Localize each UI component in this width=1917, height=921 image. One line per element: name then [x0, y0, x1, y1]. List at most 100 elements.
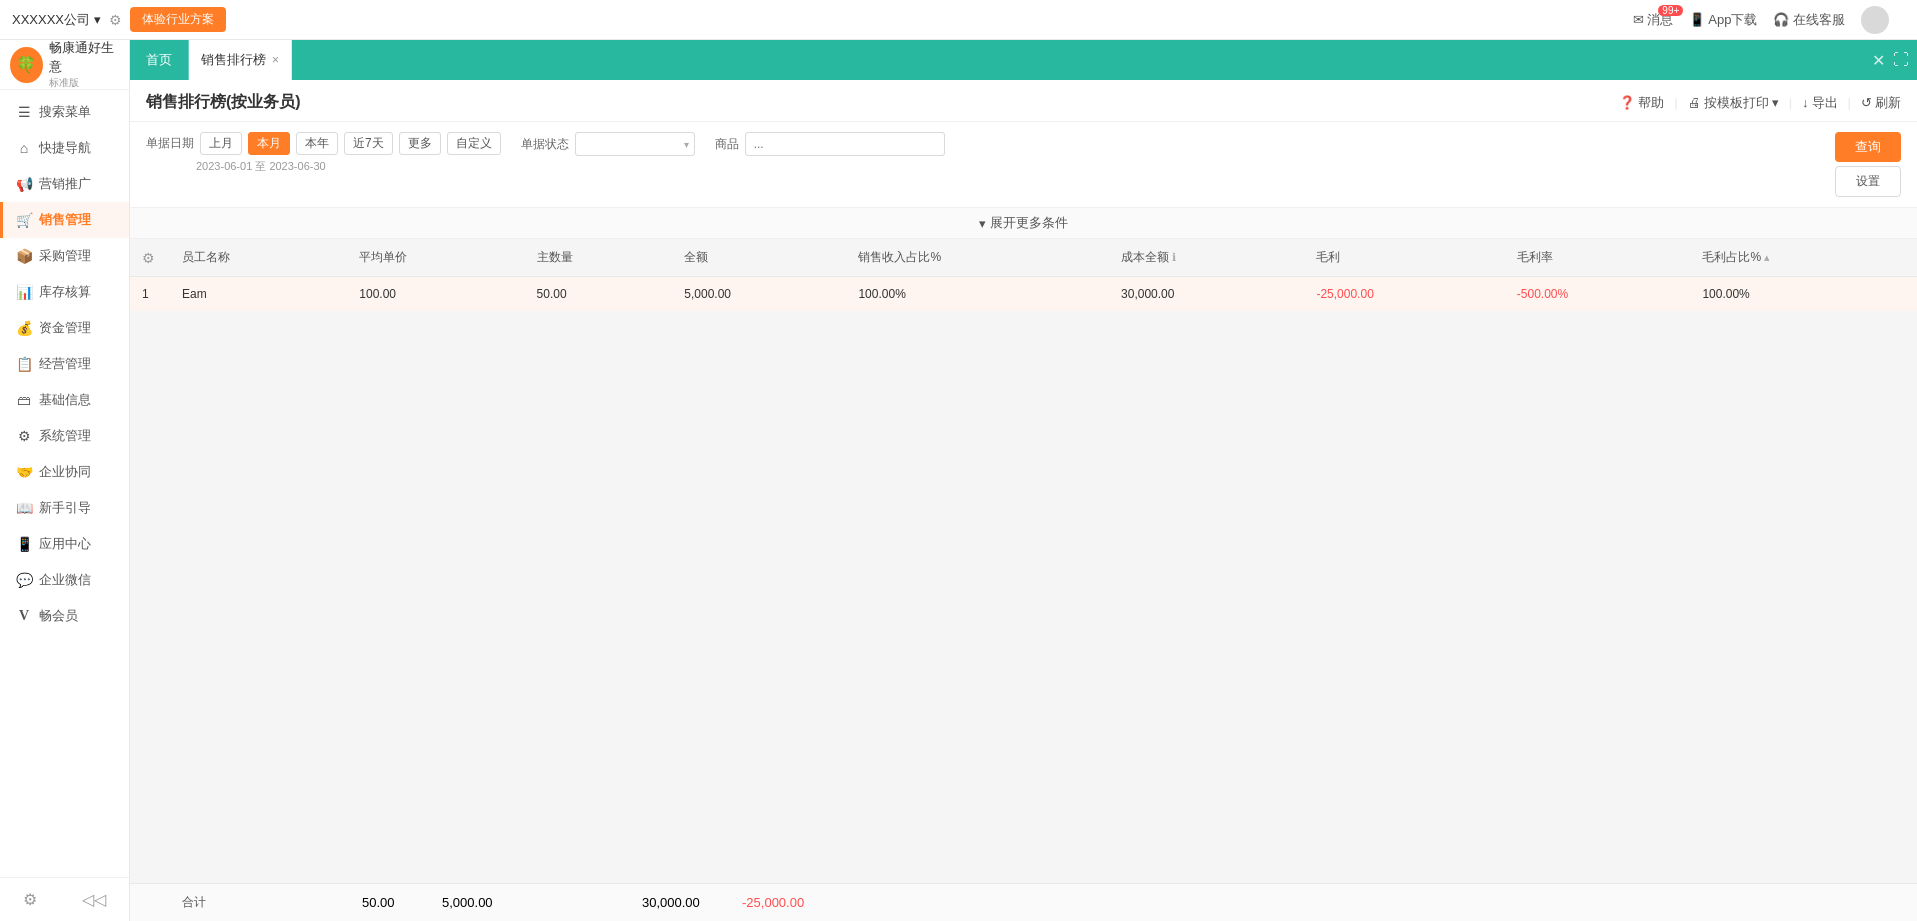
filter-action-buttons: 查询 设置 — [1835, 132, 1901, 197]
guide-icon: 📖 — [15, 500, 33, 516]
cell-name: Eam — [170, 277, 347, 312]
purchase-icon: 📦 — [15, 248, 33, 264]
main-layout: 🍀 畅康通好生意 标准版 ☰ 搜索菜单 ⌂ 快捷导航 📢 营销推广 🛒 销售管理 — [0, 40, 1917, 921]
help-action[interactable]: ❓ 帮助 — [1619, 94, 1664, 112]
header-left: XXXXXX公司 ▾ ⚙ 体验行业方案 — [12, 7, 226, 32]
sidebar-item-label: 新手引导 — [39, 499, 91, 517]
sidebar-item-finance[interactable]: 💰 资金管理 — [0, 310, 129, 346]
tab-home[interactable]: 首页 — [130, 40, 189, 80]
phone-icon: 📱 — [1689, 12, 1705, 27]
sidebar-item-search-menu[interactable]: ☰ 搜索菜单 — [0, 94, 129, 130]
date-btn-more[interactable]: 更多 — [399, 132, 441, 155]
cell-sales-pct: 100.00% — [846, 277, 1109, 312]
collapse-sidebar-icon[interactable]: ◁◁ — [74, 886, 114, 913]
page-header: 销售排行榜(按业务员) ❓ 帮助 | 🖨 按模板打印 ▾ | — [130, 80, 1917, 122]
sidebar-item-operation[interactable]: 📋 经营管理 — [0, 346, 129, 382]
sidebar-logo: 🍀 畅康通好生意 标准版 — [0, 40, 129, 90]
sidebar-nav: ☰ 搜索菜单 ⌂ 快捷导航 📢 营销推广 🛒 销售管理 📦 采购管理 📊 库 — [0, 90, 129, 877]
th-profit-pct: 毛利占比% ▴ — [1690, 239, 1917, 277]
message-icon: ✉ — [1633, 12, 1644, 27]
trial-button[interactable]: 体验行业方案 — [130, 7, 226, 32]
sidebar-item-label: 资金管理 — [39, 319, 91, 337]
wechat-icon: 💬 — [15, 572, 33, 588]
avatar[interactable] — [1861, 6, 1889, 34]
status-filter-group: 单据状态 ▾ — [521, 132, 695, 156]
tab-sales-ranking[interactable]: 销售排行榜 × — [189, 40, 292, 80]
settings-button[interactable]: 设置 — [1835, 166, 1901, 197]
online-service[interactable]: 🎧 在线客服 — [1773, 11, 1845, 29]
sidebar-item-label: 企业微信 — [39, 571, 91, 589]
status-select[interactable] — [575, 132, 695, 156]
expand-button[interactable]: ▾ 展开更多条件 — [979, 214, 1068, 232]
sidebar-item-label: 营销推广 — [39, 175, 91, 193]
th-avg-price: 平均单价 — [347, 239, 524, 277]
date-btn-current-year[interactable]: 本年 — [296, 132, 338, 155]
marketing-icon: 📢 — [15, 176, 33, 192]
sidebar-item-inventory[interactable]: 📊 库存核算 — [0, 274, 129, 310]
page-content: 销售排行榜(按业务员) ❓ 帮助 | 🖨 按模板打印 ▾ | — [130, 80, 1917, 883]
table-wrap: ⚙ 员工名称 平均单价 主数量 全额 销售收入占比% 成本全额 ℹ 毛利 毛利率 — [130, 239, 1917, 312]
export-icon: ↓ — [1802, 95, 1809, 110]
message-area[interactable]: ✉ 99+ 消息 — [1633, 11, 1674, 29]
close-window-icon[interactable]: ✕ — [1872, 51, 1885, 70]
footer-profit: -25,000.00 — [742, 895, 842, 910]
sidebar-item-sales[interactable]: 🛒 销售管理 — [0, 202, 129, 238]
goods-filter-group: 商品 — [715, 132, 945, 156]
page-title: 销售排行榜(按业务员) — [146, 92, 301, 113]
sidebar-item-quick-nav[interactable]: ⌂ 快捷导航 — [0, 130, 129, 166]
divider2: | — [1789, 95, 1792, 110]
export-action[interactable]: ↓ 导出 — [1802, 94, 1838, 112]
sidebar-item-app-center[interactable]: 📱 应用中心 — [0, 526, 129, 562]
date-btn-7days[interactable]: 近7天 — [344, 132, 393, 155]
refresh-action[interactable]: ↺ 刷新 — [1861, 94, 1901, 112]
sidebar-item-basic-info[interactable]: 🗃 基础信息 — [0, 382, 129, 418]
print-dropdown-icon: ▾ — [1772, 95, 1779, 110]
th-amount: 全额 — [672, 239, 846, 277]
tab-label: 销售排行榜 — [201, 51, 266, 69]
cell-cost: 30,000.00 — [1109, 277, 1304, 312]
maximize-icon[interactable]: ⛶ — [1893, 51, 1909, 69]
expand-bar: ▾ 展开更多条件 — [130, 208, 1917, 239]
settings-icon[interactable]: ⚙ — [109, 12, 122, 28]
date-btn-current-month[interactable]: 本月 — [248, 132, 290, 155]
date-btn-custom[interactable]: 自定义 — [447, 132, 501, 155]
sidebar-item-wechat[interactable]: 💬 企业微信 — [0, 562, 129, 598]
logo-icon: 🍀 — [10, 47, 43, 83]
sidebar-item-marketing[interactable]: 📢 营销推广 — [0, 166, 129, 202]
refresh-icon: ↺ — [1861, 95, 1872, 110]
print-action[interactable]: 🖨 按模板打印 ▾ — [1688, 94, 1779, 112]
settings-bottom-icon[interactable]: ⚙ — [15, 886, 45, 913]
company-selector[interactable]: XXXXXX公司 ▾ — [12, 11, 101, 29]
th-cost: 成本全额 ℹ — [1109, 239, 1304, 277]
finance-icon: 💰 — [15, 320, 33, 336]
sidebar-item-enterprise[interactable]: 🤝 企业协同 — [0, 454, 129, 490]
th-settings: ⚙ — [130, 239, 170, 277]
footer-sales-pct — [532, 895, 642, 910]
tab-close-icon[interactable]: × — [272, 53, 279, 67]
cell-qty: 50.00 — [525, 277, 673, 312]
sidebar-item-system[interactable]: ⚙ 系统管理 — [0, 418, 129, 454]
column-settings-icon[interactable]: ⚙ — [142, 250, 155, 266]
expand-icon: ▾ — [979, 216, 986, 231]
sidebar-item-vip[interactable]: V 畅会员 — [0, 598, 129, 634]
cost-info-icon: ℹ — [1172, 251, 1176, 263]
search-menu-icon: ☰ — [15, 104, 33, 120]
profit-pct-icon: ▴ — [1764, 251, 1770, 263]
system-icon: ⚙ — [15, 428, 33, 444]
enterprise-icon: 🤝 — [15, 464, 33, 480]
th-name: 员工名称 — [170, 239, 347, 277]
operation-icon: 📋 — [15, 356, 33, 372]
th-qty: 主数量 — [525, 239, 673, 277]
sidebar-item-guide[interactable]: 📖 新手引导 — [0, 490, 129, 526]
sidebar-item-purchase[interactable]: 📦 采购管理 — [0, 238, 129, 274]
footer-avg-price — [262, 895, 362, 910]
goods-input[interactable] — [745, 132, 945, 156]
top-header: XXXXXX公司 ▾ ⚙ 体验行业方案 ✉ 99+ 消息 📱 App下载 🎧 在… — [0, 0, 1917, 40]
sidebar-item-label: 搜索菜单 — [39, 103, 91, 121]
app-download[interactable]: 📱 App下载 — [1689, 11, 1757, 29]
cell-profit: -25,000.00 — [1304, 277, 1504, 312]
table-footer: 合计 50.00 5,000.00 30,000.00 -25,000.00 — [130, 883, 1917, 921]
inventory-icon: 📊 — [15, 284, 33, 300]
query-button[interactable]: 查询 — [1835, 132, 1901, 162]
date-btn-prev-month[interactable]: 上月 — [200, 132, 242, 155]
